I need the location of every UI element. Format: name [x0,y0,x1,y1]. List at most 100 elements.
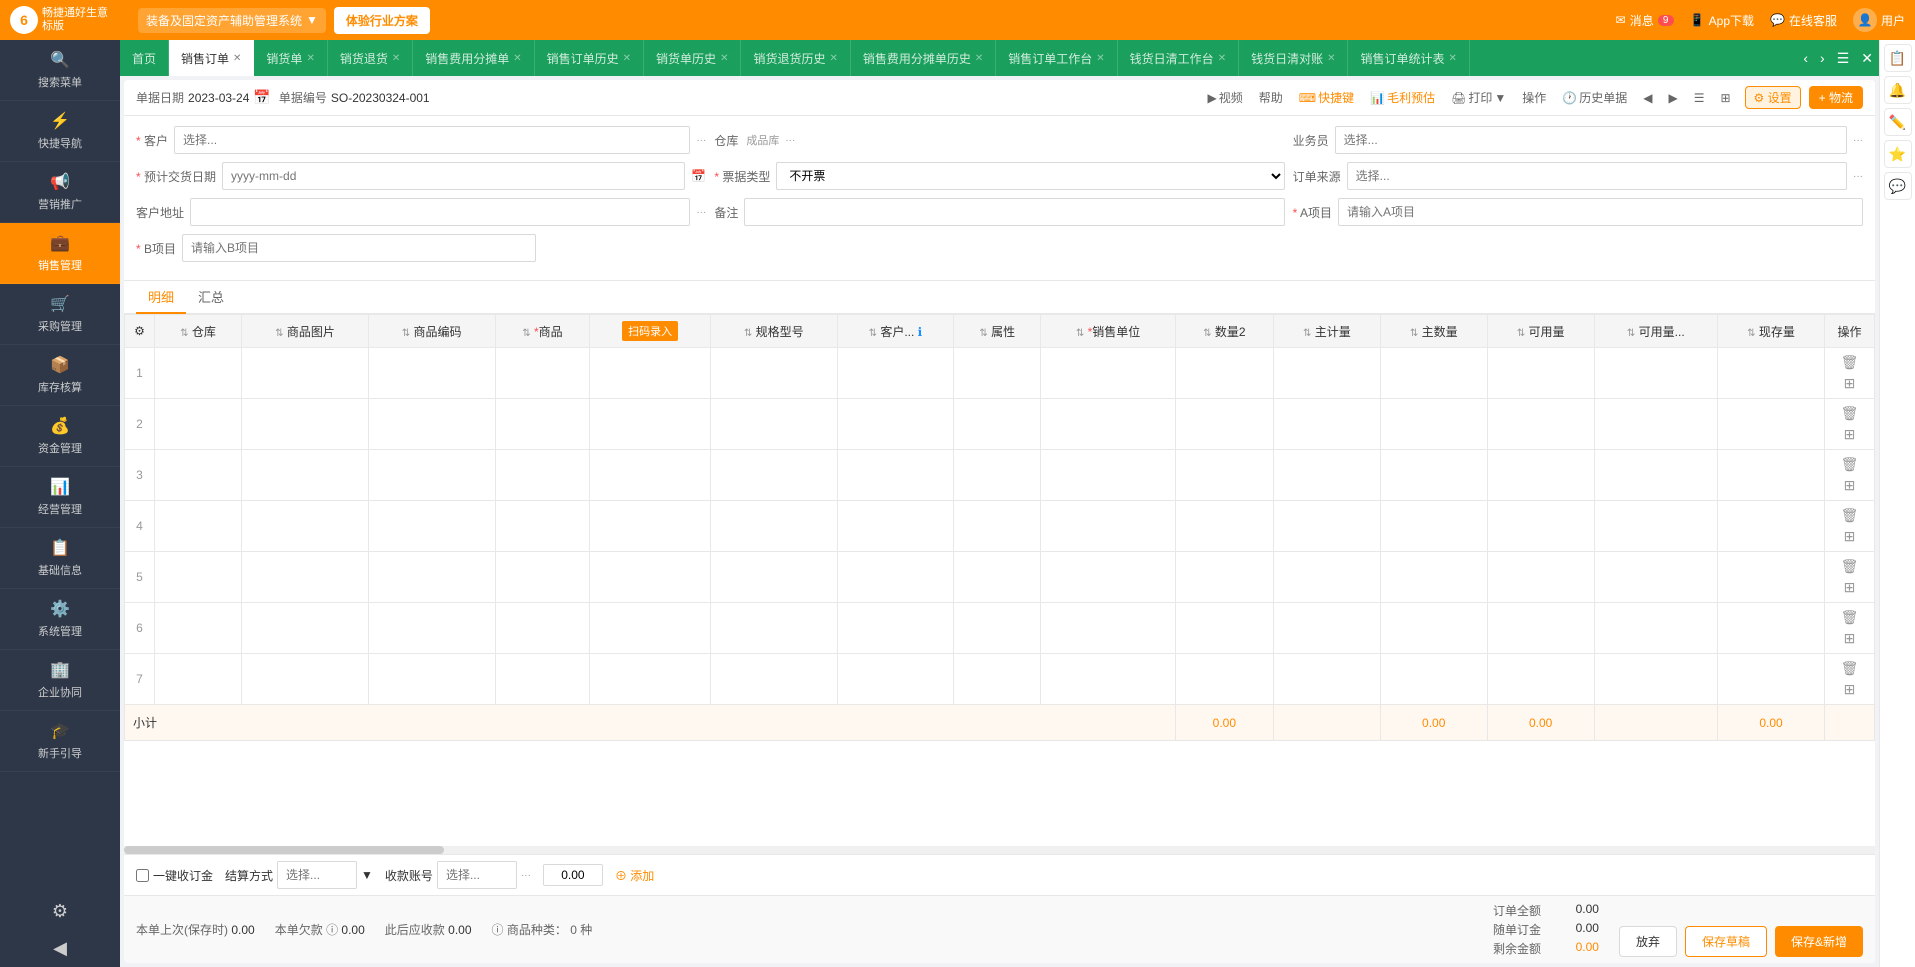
cell-goods-img[interactable] [242,603,369,654]
cell-goods-name[interactable] [495,501,590,552]
discard-btn[interactable]: 放弃 [1619,926,1677,957]
address-more-btn[interactable]: ··· [696,207,706,218]
row-delete-btn[interactable]: 🗑 [1839,658,1861,679]
cell-warehouse[interactable] [155,654,242,705]
cell-stock[interactable] [1718,603,1825,654]
th-main-unit[interactable]: ⇅ 主计量 [1273,315,1380,348]
cell-main-qty[interactable] [1380,399,1487,450]
tab-sales-refund[interactable]: 销货退货✕ [328,40,413,76]
tab-sales-order-workbench[interactable]: 销售订单工作台✕ [996,40,1117,76]
cell-customer-code[interactable] [837,654,954,705]
customer-input[interactable] [174,126,690,154]
delivery-calendar-icon[interactable]: 📅 [691,169,706,183]
message-btn[interactable]: ✉ 消息 9 [1616,12,1674,29]
cell-main-unit[interactable] [1273,654,1380,705]
sidebar-item-sales[interactable]: 💼销售管理 [0,223,120,284]
cell-customer-code[interactable] [837,399,954,450]
calendar-icon[interactable]: 📅 [253,89,270,106]
view-btn[interactable]: ▶ 视频 [1202,87,1249,108]
cell-main-unit[interactable] [1273,399,1380,450]
cell-warehouse[interactable] [155,399,242,450]
cell-attribute[interactable] [954,501,1041,552]
cell-qty2[interactable] [1175,552,1273,603]
row-copy-btn[interactable]: ⊞ [1842,679,1858,700]
cell-available2[interactable] [1594,450,1717,501]
cell-qty2[interactable] [1175,603,1273,654]
salesperson-more-btn[interactable]: ··· [1853,135,1863,146]
cell-customer-code[interactable] [837,450,954,501]
cell-stock[interactable] [1718,552,1825,603]
cell-main-unit[interactable] [1273,348,1380,399]
cell-available[interactable] [1487,348,1594,399]
system-selector[interactable]: 装备及固定资产辅助管理系统 ▼ [138,8,326,33]
settings-btn[interactable]: ⚙ 设置 [1745,86,1801,109]
cell-main-qty[interactable] [1380,450,1487,501]
cell-goods-img[interactable] [242,450,369,501]
row-copy-btn[interactable]: ⊞ [1842,475,1858,496]
cell-available2[interactable] [1594,348,1717,399]
tab-detail[interactable]: 明细 [136,281,186,314]
save-new-btn[interactable]: 保存&新增 [1775,926,1863,957]
cell-main-unit[interactable] [1273,501,1380,552]
cell-available2[interactable] [1594,399,1717,450]
sidebar-item-finance[interactable]: 💰资金管理 [0,406,120,467]
scan-btn[interactable]: 扫码录入 [622,321,678,341]
cell-spec[interactable] [710,450,837,501]
cell-spec[interactable] [710,654,837,705]
industry-btn[interactable]: 体验行业方案 [334,7,430,34]
order-source-input[interactable] [1347,162,1847,190]
cell-goods-img[interactable] [242,552,369,603]
quick-settle-input[interactable] [136,869,149,882]
cell-attribute[interactable] [954,654,1041,705]
help-btn[interactable]: 帮助 [1253,87,1289,108]
cell-goods-name[interactable] [495,654,590,705]
row-delete-btn[interactable]: 🗑 [1839,352,1861,373]
cell-spec[interactable] [710,603,837,654]
th-main-qty[interactable]: ⇅ 主数量 [1380,315,1487,348]
cell-goods-img[interactable] [242,654,369,705]
tab-sales-expense[interactable]: 销售费用分摊单✕ [413,40,534,76]
rp-btn-3[interactable]: ⭐ [1884,140,1912,168]
tab-next-btn[interactable]: › [1814,40,1831,76]
cell-qty2[interactable] [1175,348,1273,399]
sidebar-item-marketing[interactable]: 📢营销推广 [0,162,120,223]
cell-main-unit[interactable] [1273,552,1380,603]
cell-spec[interactable] [710,501,837,552]
row-delete-btn[interactable]: 🗑 [1839,454,1861,475]
cell-main-qty[interactable] [1380,654,1487,705]
warehouse-more-btn[interactable]: ··· [785,135,795,146]
sidebar-item-system[interactable]: ⚙️系统管理 [0,589,120,650]
tab-close-all-btn[interactable]: ✕ [1855,40,1879,76]
cell-goods-code[interactable] [368,654,495,705]
cell-stock[interactable] [1718,348,1825,399]
cell-goods-name[interactable] [495,603,590,654]
cell-sales-unit[interactable] [1041,552,1175,603]
expand-btn[interactable]: ⊞ [1714,89,1736,107]
tab-prev-btn[interactable]: ‹ [1797,40,1814,76]
sidebar-settings-btn[interactable]: ⚙ [0,893,120,930]
remark-input[interactable] [744,198,1284,226]
row-delete-btn[interactable]: 🗑 [1839,607,1861,628]
cell-main-qty[interactable] [1380,501,1487,552]
cell-attribute[interactable] [954,399,1041,450]
settle-method-input[interactable] [277,861,357,889]
cell-available2[interactable] [1594,654,1717,705]
th-spec[interactable]: ⇅ 规格型号 [710,315,837,348]
cell-warehouse[interactable] [155,450,242,501]
tab-summary[interactable]: 汇总 [186,281,236,314]
tab-sales-refund-history[interactable]: 销货退货历史✕ [741,40,850,76]
cell-main-unit[interactable] [1273,450,1380,501]
th-qty2[interactable]: ⇅ 数量2 [1175,315,1273,348]
th-available2[interactable]: ⇅ 可用量... [1594,315,1717,348]
cell-stock[interactable] [1718,501,1825,552]
print-btn[interactable]: 🖨 打印 ▼ [1445,87,1512,108]
sidebar-collapse-btn[interactable]: ◀ [0,930,120,967]
cell-goods-code[interactable] [368,348,495,399]
cell-stock[interactable] [1718,654,1825,705]
row-copy-btn[interactable]: ⊞ [1842,526,1858,547]
tab-sales-return[interactable]: 销货单✕ [254,40,327,76]
account-more-btn[interactable]: ··· [521,870,531,881]
customer-more-btn[interactable]: ··· [696,135,706,146]
row-delete-btn[interactable]: 🗑 [1839,403,1861,424]
cell-goods-img[interactable] [242,399,369,450]
